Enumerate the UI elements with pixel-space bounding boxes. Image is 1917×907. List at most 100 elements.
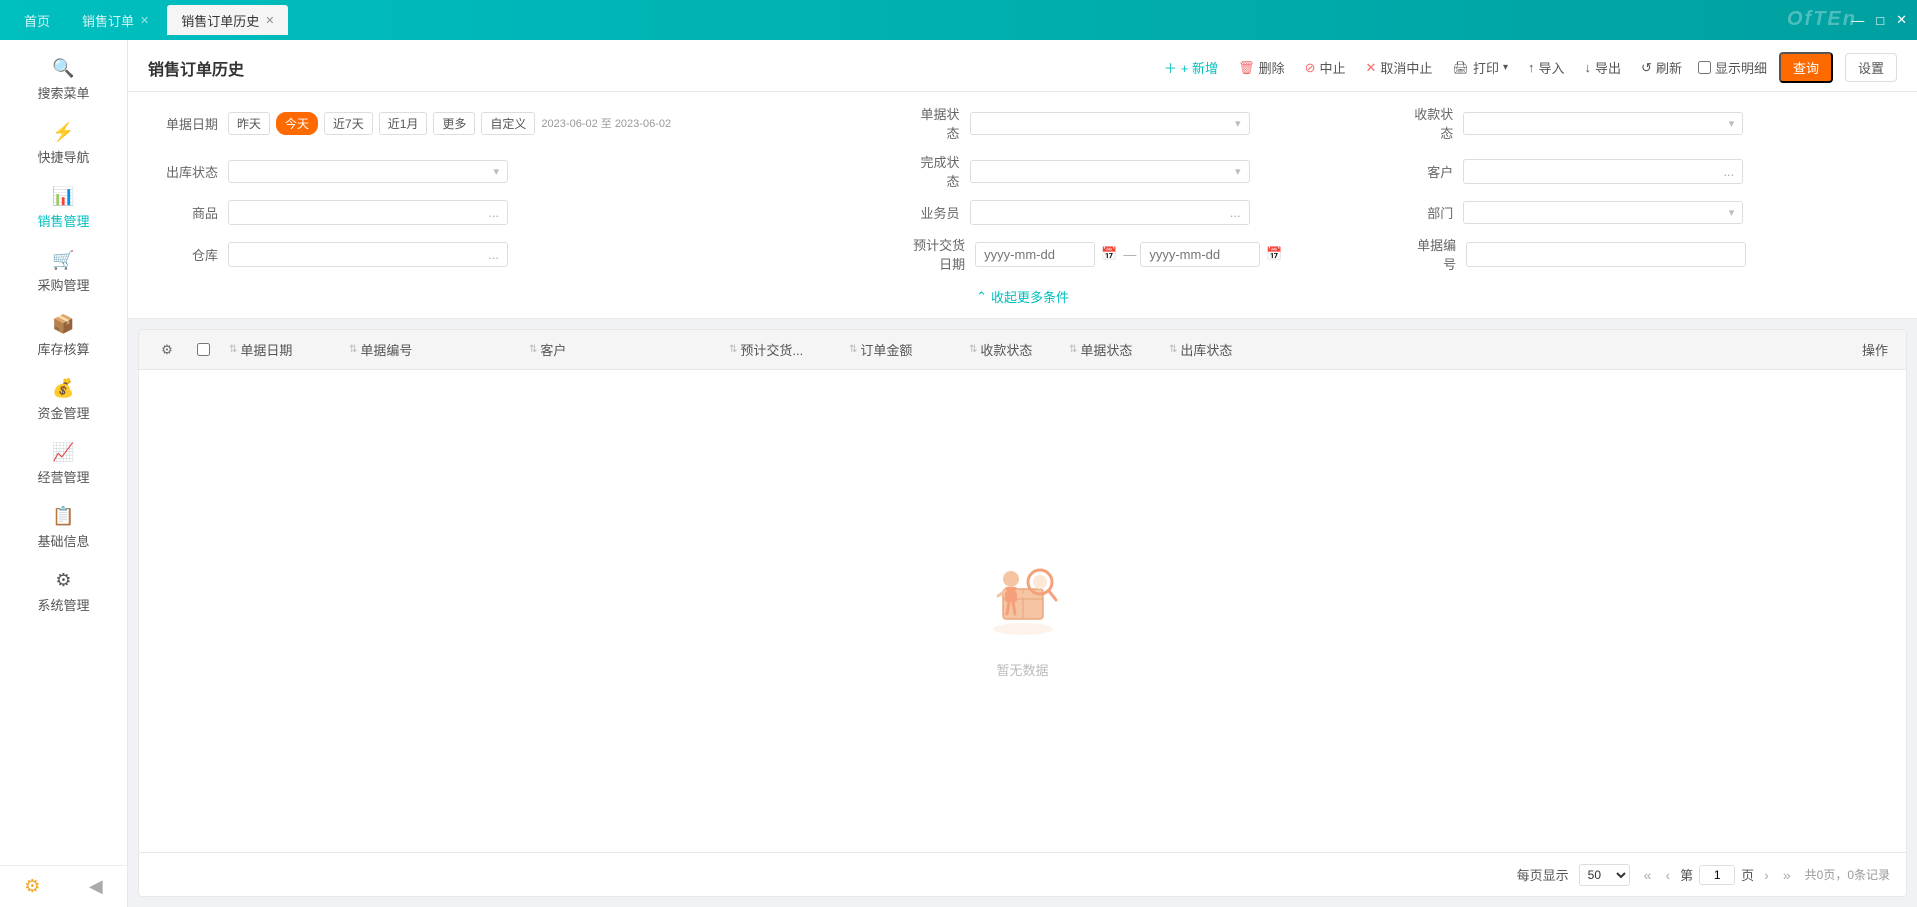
page-size-label: 每页显示 — [1517, 865, 1569, 884]
delivery-date-to[interactable] — [1140, 242, 1260, 267]
receipt-status-arrow: ▾ — [1729, 117, 1735, 130]
select-all-checkbox[interactable] — [197, 343, 210, 356]
display-toggle-checkbox[interactable] — [1698, 61, 1711, 74]
customer-dots[interactable]: ... — [1723, 164, 1734, 179]
content-area: 销售订单历史 ＋ + 新增 🗑 删除 ⊘ 中止 ✕ 取消中止 — [128, 40, 1917, 907]
date-btn-7days[interactable]: 近7天 — [324, 112, 373, 135]
collapse-label: 收起更多条件 — [991, 287, 1069, 306]
export-icon: ↓ — [1585, 60, 1592, 75]
tab-sales-history[interactable]: 销售订单历史 ✕ — [167, 5, 288, 35]
page-nav: « ‹ 第 页 › » — [1640, 865, 1795, 885]
add-button[interactable]: ＋ + 新增 — [1160, 56, 1222, 79]
product-input[interactable]: ... — [228, 200, 508, 225]
receipt-status-select[interactable]: ▾ — [1463, 112, 1743, 135]
date-btn-1month[interactable]: 近1月 — [379, 112, 428, 135]
th-checkbox[interactable] — [185, 343, 221, 356]
collapse-icon: ⌃ — [976, 289, 987, 305]
sort-num-icon[interactable]: ⇅ — [349, 344, 357, 355]
dept-select[interactable]: ▾ — [1463, 201, 1743, 224]
sidebar-item-operation[interactable]: 📈 经营管理 — [0, 432, 127, 496]
import-button[interactable]: ↑ 导入 — [1524, 56, 1569, 79]
th-settings-btn[interactable]: ⚙ — [149, 342, 185, 358]
date-filter-field: 昨天 今天 近7天 近1月 更多 自定义 2023-06-02 至 2023-0… — [228, 112, 910, 135]
date-btn-more[interactable]: 更多 — [433, 112, 475, 135]
sort-bill-status-icon[interactable]: ⇅ — [1069, 344, 1077, 355]
customer-input[interactable]: ... — [1463, 159, 1743, 184]
calendar-to-icon[interactable]: 📅 — [1266, 246, 1282, 262]
sidebar-item-sales[interactable]: 📊 销售管理 — [0, 176, 127, 240]
sort-receipt-icon[interactable]: ⇅ — [969, 344, 977, 355]
purchase-icon: 🛒 — [52, 250, 74, 271]
sidebar-settings-icon[interactable]: ⚙ — [24, 876, 40, 897]
print-button[interactable]: 🖨 打印 ▾ — [1448, 56, 1512, 79]
export-button[interactable]: ↓ 导出 — [1581, 56, 1626, 79]
first-page-btn[interactable]: « — [1640, 865, 1656, 885]
out-status-label: 出库状态 — [148, 162, 228, 181]
page-input[interactable] — [1699, 865, 1735, 885]
sort-out-status-icon[interactable]: ⇅ — [1169, 344, 1177, 355]
sidebar-item-quick-nav[interactable]: ⚡ 快捷导航 — [0, 112, 127, 176]
sidebar-item-system[interactable]: ⚙ 系统管理 — [0, 560, 127, 624]
th-number: ⇅ 单据编号 — [341, 340, 521, 359]
next-page-btn[interactable]: › — [1760, 865, 1773, 885]
done-status-select[interactable]: ▾ — [970, 160, 1250, 183]
prev-page-btn[interactable]: ‹ — [1661, 865, 1674, 885]
sidebar-item-finance[interactable]: 💰 资金管理 — [0, 368, 127, 432]
tab-home-label: 首页 — [24, 11, 50, 30]
th-bill-status: ⇅ 单据状态 — [1061, 340, 1161, 359]
salesperson-input[interactable]: ... — [970, 200, 1250, 225]
done-status-arrow: ▾ — [1235, 165, 1241, 178]
sidebar-item-purchase[interactable]: 🛒 采购管理 — [0, 240, 127, 304]
salesperson-dots[interactable]: ... — [1230, 205, 1241, 220]
warehouse-input[interactable]: ... — [228, 242, 508, 267]
tab-sales-order-close[interactable]: ✕ — [140, 14, 149, 27]
tab-home[interactable]: 首页 — [10, 5, 64, 35]
date-btn-today[interactable]: 今天 — [276, 112, 318, 135]
main-layout: 🔍 搜索菜单 ⚡ 快捷导航 📊 销售管理 🛒 采购管理 📦 库存核算 💰 资金管… — [0, 40, 1917, 907]
delete-button[interactable]: 🗑 删除 — [1234, 56, 1289, 79]
sidebar-collapse-icon[interactable]: ◀ — [89, 876, 103, 897]
date-btn-yesterday[interactable]: 昨天 — [228, 112, 270, 135]
sort-amount-icon[interactable]: ⇅ — [849, 344, 857, 355]
sort-customer-icon[interactable]: ⇅ — [529, 344, 537, 355]
sidebar-item-basic-info[interactable]: 📋 基础信息 — [0, 496, 127, 560]
display-toggle[interactable]: 显示明细 — [1698, 58, 1767, 77]
sidebar-item-purchase-label: 采购管理 — [37, 275, 89, 294]
sidebar-item-sales-label: 销售管理 — [37, 211, 89, 230]
calendar-from-icon[interactable]: 📅 — [1101, 246, 1117, 262]
warehouse-dots[interactable]: ... — [488, 247, 499, 262]
stop-button[interactable]: ⊘ 中止 — [1301, 56, 1350, 79]
print-icon: 🖨 — [1452, 60, 1469, 76]
delivery-date-from[interactable] — [975, 242, 1095, 267]
bill-status-select[interactable]: ▾ — [970, 112, 1250, 135]
sort-delivery-icon[interactable]: ⇅ — [729, 344, 737, 355]
tab-sales-order[interactable]: 销售订单 ✕ — [68, 5, 163, 35]
sidebar-item-inventory[interactable]: 📦 库存核算 — [0, 304, 127, 368]
top-bar: 首页 销售订单 ✕ 销售订单历史 ✕ OfTEn — □ ✕ — [0, 0, 1917, 40]
bill-number-input[interactable] — [1466, 242, 1746, 267]
query-button[interactable]: 查询 — [1779, 52, 1833, 83]
maximize-btn[interactable]: □ — [1876, 13, 1884, 28]
sidebar-item-inventory-label: 库存核算 — [37, 339, 89, 358]
out-status-select[interactable]: ▾ — [228, 160, 508, 183]
last-page-btn[interactable]: » — [1779, 865, 1795, 885]
done-status-label: 完成状态 — [910, 152, 970, 190]
refresh-button[interactable]: ↺ 刷新 — [1637, 56, 1686, 79]
settings-button[interactable]: 设置 — [1845, 53, 1897, 82]
collapse-button[interactable]: ⌃ 收起更多条件 — [976, 283, 1069, 306]
sort-asc-icon[interactable]: ⇅ — [229, 344, 237, 355]
page-header: 销售订单历史 ＋ + 新增 🗑 删除 ⊘ 中止 ✕ 取消中止 — [128, 40, 1917, 92]
bill-number-field — [1466, 242, 1897, 267]
product-dots[interactable]: ... — [488, 205, 499, 220]
out-status-field: ▾ — [228, 160, 910, 183]
tab-sales-history-close[interactable]: ✕ — [265, 14, 274, 27]
cancel-stop-button[interactable]: ✕ 取消中止 — [1362, 56, 1437, 79]
page-size-select[interactable]: 50 10 20 100 — [1579, 864, 1630, 886]
sidebar-item-search[interactable]: 🔍 搜索菜单 — [0, 48, 127, 112]
system-icon: ⚙ — [55, 570, 71, 591]
date-btn-custom[interactable]: 自定义 — [481, 112, 535, 135]
filter-collapse-row: ⌃ 收起更多条件 — [148, 283, 1897, 306]
out-status-arrow: ▾ — [493, 165, 499, 178]
close-window-btn[interactable]: ✕ — [1896, 12, 1907, 28]
add-icon: ＋ — [1164, 58, 1177, 77]
